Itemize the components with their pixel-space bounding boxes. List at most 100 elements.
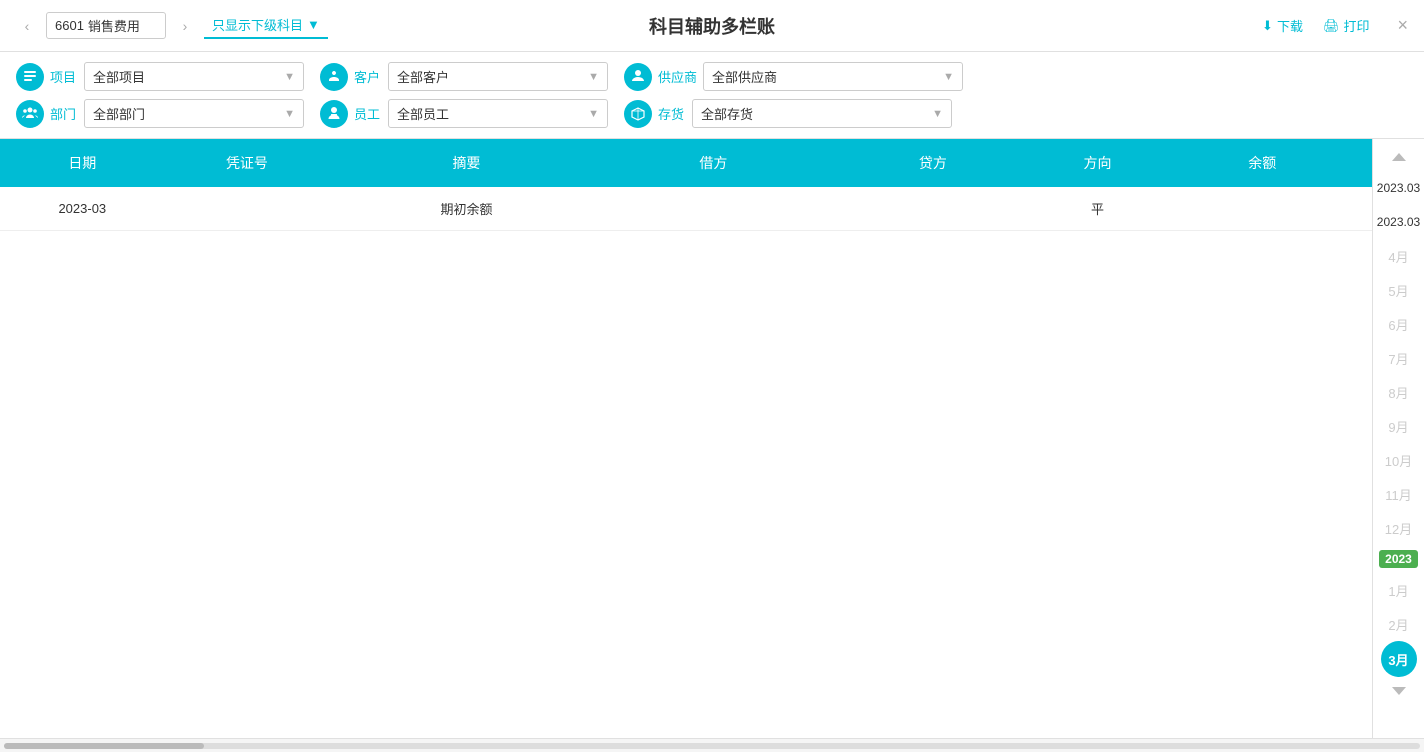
table-row: 2023-03 期初余额 平 (0, 187, 1372, 231)
cell-balance (1152, 187, 1372, 231)
scroll-thumb[interactable] (4, 743, 204, 749)
close-button[interactable]: × (1397, 15, 1408, 36)
col-header-debit: 借方 (604, 139, 824, 187)
employee-label: 员工 (354, 104, 382, 123)
cell-direction: 平 (1043, 187, 1153, 231)
timeline-item-9[interactable]: 9月 (1373, 409, 1424, 443)
timeline-item-2[interactable]: 2月 (1373, 607, 1424, 641)
timeline-item-11[interactable]: 11月 (1373, 477, 1424, 511)
account-code: 6601 (55, 18, 84, 33)
timeline-item-2023-03-second[interactable]: 2023.03 (1373, 205, 1424, 239)
scroll-track[interactable] (4, 743, 1420, 749)
customer-select[interactable]: 全部客户 ▼ (388, 62, 608, 91)
title-left: ‹ 6601 销售费用 › 只显示下级科目 ▼ (16, 12, 328, 39)
account-code-box: 6601 销售费用 (46, 12, 166, 39)
cell-debit (604, 187, 824, 231)
employee-icon (320, 100, 348, 128)
customer-filter: 客户 全部客户 ▼ (320, 62, 608, 91)
timeline-item-7[interactable]: 7月 (1373, 341, 1424, 375)
col-header-credit: 贷方 (823, 139, 1043, 187)
filter-row-2: 部门 全部部门 ▼ 员工 全部员工 ▼ (16, 99, 1408, 128)
department-label: 部门 (50, 104, 78, 123)
timeline-item-5[interactable]: 5月 (1373, 273, 1424, 307)
col-header-voucher: 凭证号 (165, 139, 330, 187)
download-label: 下载 (1277, 16, 1303, 35)
year-badge: 2023 (1379, 550, 1418, 568)
department-filter: 部门 全部部门 ▼ (16, 99, 304, 128)
chevron-down-icon: ▼ (932, 108, 943, 120)
page-title: 科目辅助多栏账 (649, 13, 775, 39)
employee-filter: 员工 全部员工 ▼ (320, 99, 608, 128)
timeline-item-12[interactable]: 12月 (1373, 511, 1424, 545)
bottom-scrollbar[interactable] (0, 738, 1424, 752)
employee-select[interactable]: 全部员工 ▼ (388, 99, 608, 128)
timeline-item-8[interactable]: 8月 (1373, 375, 1424, 409)
table-header-row: 日期 凭证号 摘要 借方 贷方 方向 余额 (0, 139, 1372, 187)
inventory-value: 全部存货 (701, 104, 753, 123)
timeline-up-button[interactable] (1385, 143, 1413, 171)
customer-value: 全部客户 (397, 67, 449, 86)
timeline-item-2023-03-first[interactable]: 2023.03 (1373, 171, 1424, 205)
table-wrapper[interactable]: 日期 凭证号 摘要 借方 贷方 方向 余额 2023-03 期初余额 (0, 139, 1372, 738)
filter-row-1: 项目 全部项目 ▼ 客户 全部客户 ▼ (16, 62, 1408, 91)
project-select[interactable]: 全部项目 ▼ (84, 62, 304, 91)
chevron-down-icon: ▼ (588, 71, 599, 83)
chevron-down-icon: ▼ (284, 108, 295, 120)
inventory-filter: 存货 全部存货 ▼ (624, 99, 952, 128)
active-month-container[interactable]: 3月 (1373, 641, 1424, 677)
supplier-filter: 供应商 全部供应商 ▼ (624, 62, 963, 91)
col-header-summary: 摘要 (329, 139, 603, 187)
chevron-down-icon: ▼ (307, 17, 320, 32)
year-badge-container: 2023 (1373, 545, 1424, 573)
project-icon (16, 63, 44, 91)
download-button[interactable]: ⬇ 下载 (1262, 16, 1303, 35)
timeline-item-1[interactable]: 1月 (1373, 573, 1424, 607)
timeline-item-active-3[interactable]: 3月 (1381, 641, 1417, 677)
project-value: 全部项目 (93, 67, 145, 86)
print-icon: 🖨 (1323, 18, 1340, 34)
print-button[interactable]: 🖨 打印 (1323, 16, 1370, 35)
inventory-label: 存货 (658, 104, 686, 123)
title-bar: ‹ 6601 销售费用 › 只显示下级科目 ▼ 科目辅助多栏账 ⬇ 下载 🖨 打… (0, 0, 1424, 52)
project-filter: 项目 全部项目 ▼ (16, 62, 304, 91)
timeline-item-6[interactable]: 6月 (1373, 307, 1424, 341)
department-icon (16, 100, 44, 128)
customer-label: 客户 (354, 67, 382, 86)
timeline-down-button[interactable] (1385, 677, 1413, 705)
account-name: 销售费用 (88, 16, 140, 35)
employee-value: 全部员工 (397, 104, 449, 123)
col-header-date: 日期 (0, 139, 165, 187)
supplier-value: 全部供应商 (712, 67, 777, 86)
supplier-icon (624, 63, 652, 91)
supplier-label: 供应商 (658, 67, 697, 86)
department-value: 全部部门 (93, 104, 145, 123)
main-area: 日期 凭证号 摘要 借方 贷方 方向 余额 2023-03 期初余额 (0, 139, 1424, 738)
supplier-select[interactable]: 全部供应商 ▼ (703, 62, 963, 91)
inventory-icon (624, 100, 652, 128)
cell-summary: 期初余额 (329, 187, 603, 231)
customer-icon (320, 63, 348, 91)
filter-bar: 项目 全部项目 ▼ 客户 全部客户 ▼ (0, 52, 1424, 139)
prev-account-button[interactable]: ‹ (16, 15, 38, 37)
download-icon: ⬇ (1262, 18, 1273, 34)
inventory-select[interactable]: 全部存货 ▼ (692, 99, 952, 128)
project-label: 项目 (50, 67, 78, 86)
next-account-button[interactable]: › (174, 15, 196, 37)
chevron-down-icon: ▼ (588, 108, 599, 120)
main-window: ‹ 6601 销售费用 › 只显示下级科目 ▼ 科目辅助多栏账 ⬇ 下载 🖨 打… (0, 0, 1424, 752)
show-sub-label: 只显示下级科目 (212, 15, 303, 34)
title-right: ⬇ 下载 🖨 打印 × (1262, 15, 1408, 36)
show-sub-dropdown[interactable]: 只显示下级科目 ▼ (204, 12, 328, 39)
data-table: 日期 凭证号 摘要 借方 贷方 方向 余额 2023-03 期初余额 (0, 139, 1372, 231)
cell-date: 2023-03 (0, 187, 165, 231)
print-label: 打印 (1343, 16, 1369, 35)
timeline-item-10[interactable]: 10月 (1373, 443, 1424, 477)
chevron-down-icon: ▼ (943, 71, 954, 83)
timeline-item-4[interactable]: 4月 (1373, 239, 1424, 273)
col-header-direction: 方向 (1043, 139, 1153, 187)
chevron-down-icon: ▼ (284, 71, 295, 83)
department-select[interactable]: 全部部门 ▼ (84, 99, 304, 128)
side-timeline: 2023.03 2023.03 4月 5月 6月 7月 8月 9月 10月 11… (1372, 139, 1424, 738)
cell-voucher (165, 187, 330, 231)
cell-credit (823, 187, 1043, 231)
